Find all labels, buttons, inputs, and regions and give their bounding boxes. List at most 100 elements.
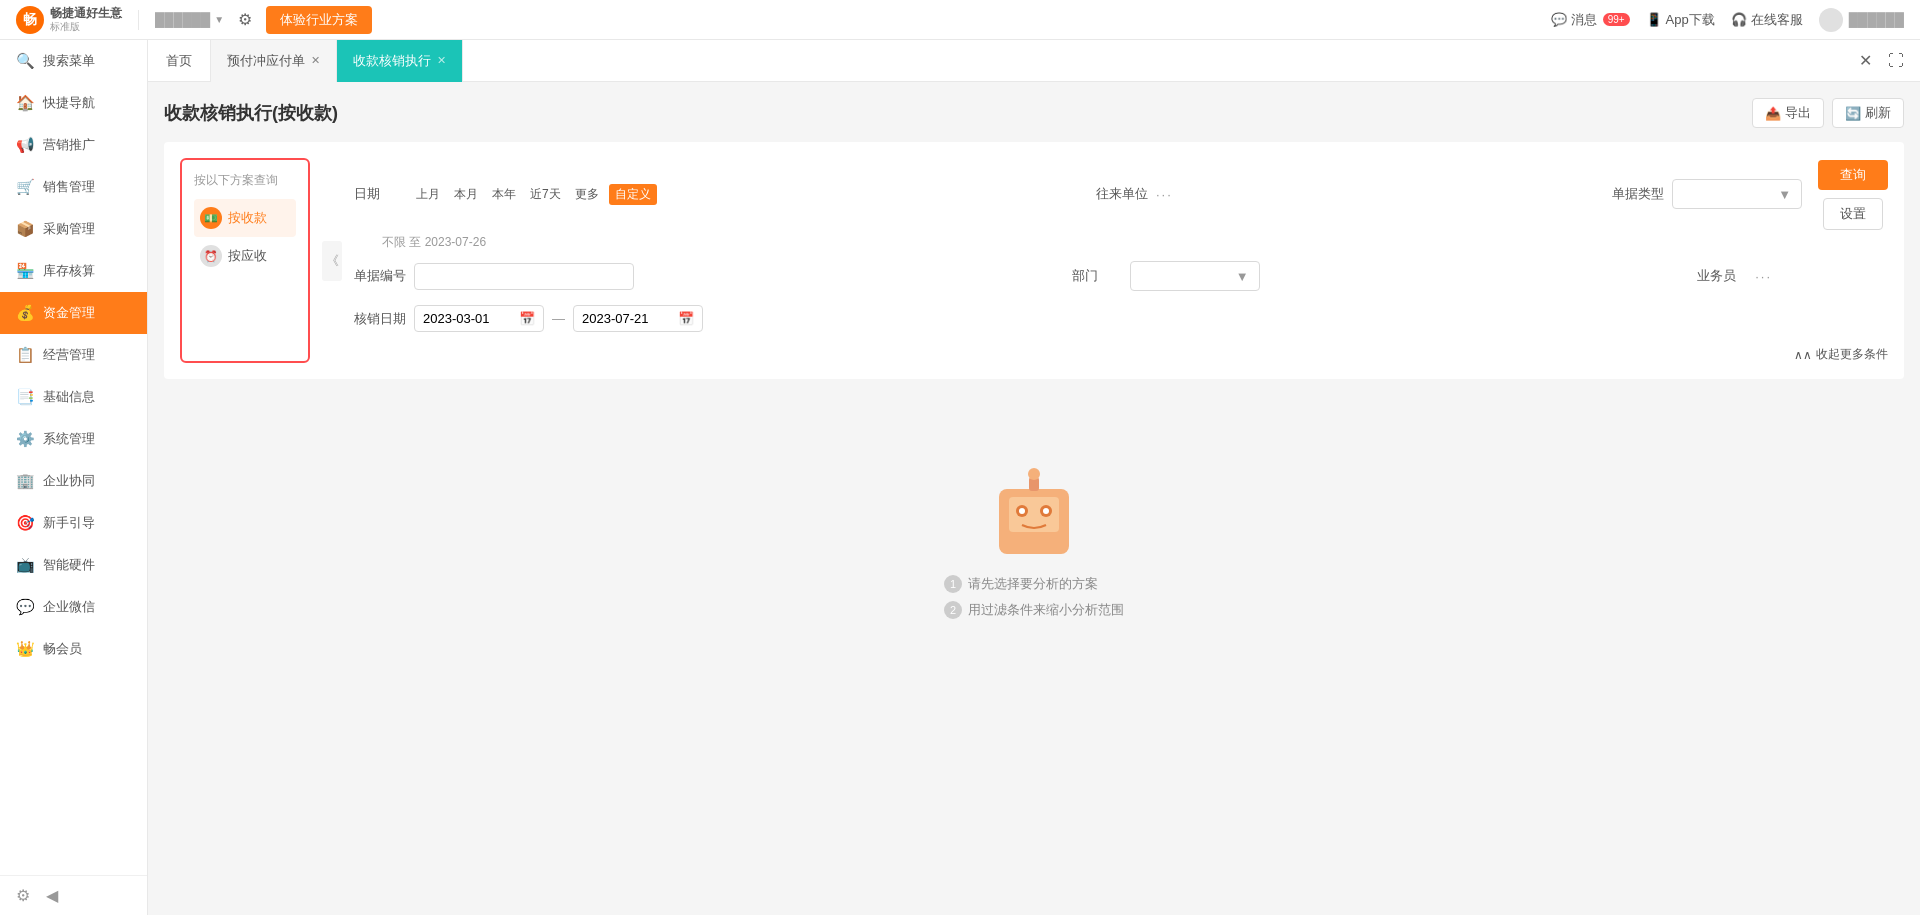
empty-state: 1 请先选择要分析的方案 2 用过滤条件来缩小分析范围	[164, 379, 1904, 699]
finance-icon: 💰	[16, 304, 35, 322]
sales-icon: 🛒	[16, 178, 35, 196]
receivable-icon: ⏰	[200, 245, 222, 267]
top-bar-right: 💬 消息 99+ 📱 App下载 🎧 在线客服 ██████	[1551, 8, 1904, 32]
app-download-action[interactable]: 📱 App下载	[1646, 11, 1715, 29]
sidebar-item-marketing[interactable]: 📢 营销推广	[0, 124, 147, 166]
settings-icon[interactable]: ⚙	[234, 6, 256, 33]
page-header: 收款核销执行(按收款) 📤 导出 🔄 刷新	[164, 98, 1904, 128]
tab-close-receivable[interactable]: ✕	[437, 54, 446, 67]
message-icon: 💬	[1551, 12, 1567, 27]
collapse-more-label: 收起更多条件	[1816, 346, 1888, 363]
sidebar-item-label: 企业协同	[43, 472, 95, 490]
doc-type-select[interactable]: ▼	[1672, 179, 1802, 209]
collapse-filter-btn[interactable]: 《	[322, 241, 342, 281]
tab-close-prepay[interactable]: ✕	[311, 54, 320, 67]
counterparty-dots[interactable]: ···	[1156, 187, 1173, 202]
sidebar-item-label: 基础信息	[43, 388, 95, 406]
sidebar-item-label: 营销推广	[43, 136, 95, 154]
maximize-icon[interactable]: ⛶	[1884, 48, 1908, 74]
logo: 畅 畅捷通好生意 标准版	[16, 6, 122, 34]
sidebar-item-purchase[interactable]: 📦 采购管理	[0, 208, 147, 250]
tab-home[interactable]: 首页	[148, 40, 211, 82]
date-tab-this-month[interactable]: 本月	[450, 184, 482, 205]
staff-dots[interactable]: ···	[1755, 269, 1772, 284]
filter-panel: 按以下方案查询 💵 按收款 ⏰ 按应收 《	[164, 142, 1904, 379]
sidebar-item-guide[interactable]: 🎯 新手引导	[0, 502, 147, 544]
sidebar-item-system[interactable]: ⚙️ 系统管理	[0, 418, 147, 460]
verify-date-end-input[interactable]: 2023-07-21 📅	[573, 305, 703, 332]
sidebar-item-basic-info[interactable]: 📑 基础信息	[0, 376, 147, 418]
doc-type-field: 单据类型 ▼	[1612, 179, 1802, 209]
verify-date-field: 核销日期 2023-03-01 📅 — 2023-07-21 📅	[354, 305, 703, 332]
sidebar-item-hardware[interactable]: 📺 智能硬件	[0, 544, 147, 586]
filter-row-1: 日期 上月 本月 本年 近7天 更多 自定义	[354, 158, 1888, 230]
calendar-end-icon[interactable]: 📅	[678, 311, 694, 326]
date-tab-custom[interactable]: 自定义	[609, 184, 657, 205]
sidebar-item-wechat[interactable]: 💬 企业微信	[0, 586, 147, 628]
sidebar-item-quick-nav[interactable]: 🏠 快捷导航	[0, 82, 147, 124]
sidebar: 🔍 搜索菜单 🏠 快捷导航 📢 营销推广 🛒 销售管理 📦 采购管理 🏪 库存核…	[0, 40, 148, 915]
collapse-more-button[interactable]: ∧∧ 收起更多条件	[1794, 346, 1888, 363]
user-area[interactable]: ██████	[1819, 8, 1904, 32]
filter-sidebar-title: 按以下方案查询	[194, 172, 296, 189]
solution-button[interactable]: 体验行业方案	[266, 6, 372, 34]
settings-bottom-icon[interactable]: ⚙	[16, 886, 30, 905]
sidebar-item-sales[interactable]: 🛒 销售管理	[0, 166, 147, 208]
date-field: 日期 上月 本月 本年 近7天 更多 自定义	[354, 184, 657, 205]
doc-type-label: 单据类型	[1612, 185, 1664, 203]
date-tab-this-year[interactable]: 本年	[488, 184, 520, 205]
inventory-icon: 🏪	[16, 262, 35, 280]
calendar-start-icon[interactable]: 📅	[519, 311, 535, 326]
empty-hint-2: 2 用过滤条件来缩小分析范围	[944, 601, 1124, 619]
dept-value	[1141, 267, 1154, 285]
svg-point-4	[1019, 508, 1025, 514]
online-service-action[interactable]: 🎧 在线客服	[1731, 11, 1803, 29]
chevron-down-icon: ▼	[214, 14, 224, 25]
filter-row-3: 核销日期 2023-03-01 📅 — 2023-07-21 📅	[354, 305, 1888, 332]
sidebar-item-label: 企业微信	[43, 598, 95, 616]
export-button[interactable]: 📤 导出	[1752, 98, 1824, 128]
tab-receivable-label: 收款核销执行	[353, 52, 431, 70]
tab-prepay-label: 预付冲应付单	[227, 52, 305, 70]
collapse-more-row: ∧∧ 收起更多条件	[354, 346, 1888, 363]
sidebar-item-finance[interactable]: 💰 资金管理	[0, 292, 147, 334]
member-icon: 👑	[16, 640, 35, 658]
doc-number-input[interactable]	[414, 263, 634, 290]
page-header-actions: 📤 导出 🔄 刷新	[1752, 98, 1904, 128]
tab-prepay[interactable]: 预付冲应付单 ✕	[211, 40, 337, 82]
sidebar-item-inventory[interactable]: 🏪 库存核算	[0, 250, 147, 292]
verify-date-start-input[interactable]: 2023-03-01 📅	[414, 305, 544, 332]
query-button[interactable]: 查询	[1818, 160, 1888, 190]
sidebar-item-search-menu[interactable]: 🔍 搜索菜单	[0, 40, 147, 82]
receipt-icon: 💵	[200, 207, 222, 229]
sidebar-item-operations[interactable]: 📋 经营管理	[0, 334, 147, 376]
date-tab-more[interactable]: 更多	[571, 184, 603, 205]
page-title: 收款核销执行(按收款)	[164, 101, 338, 125]
hint-text-1: 请先选择要分析的方案	[968, 575, 1098, 593]
headset-icon: 🎧	[1731, 12, 1747, 27]
setting-button[interactable]: 设置	[1823, 198, 1883, 230]
sidebar-item-label: 采购管理	[43, 220, 95, 238]
page-content: 收款核销执行(按收款) 📤 导出 🔄 刷新 按以下方案查询	[148, 82, 1920, 915]
collapse-sidebar-icon[interactable]: ◀	[46, 886, 58, 905]
message-action[interactable]: 💬 消息 99+	[1551, 11, 1630, 29]
system-icon: ⚙️	[16, 430, 35, 448]
filter-option-by-receivable[interactable]: ⏰ 按应收	[194, 237, 296, 275]
dept-select[interactable]: ▼	[1130, 261, 1260, 291]
date-separator: —	[552, 311, 565, 326]
sidebar-item-member[interactable]: 👑 畅会员	[0, 628, 147, 670]
doc-number-field: 单据编号	[354, 263, 634, 290]
date-tab-last-month[interactable]: 上月	[412, 184, 444, 205]
company-selector[interactable]: ██████ ▼	[155, 12, 224, 27]
refresh-button[interactable]: 🔄 刷新	[1832, 98, 1904, 128]
empty-svg	[974, 459, 1094, 559]
date-tab-7days[interactable]: 近7天	[526, 184, 565, 205]
collapse-arrow-icon: 《	[326, 252, 339, 270]
chevron-down-dept: ▼	[1236, 269, 1249, 284]
filter-option-by-receipt[interactable]: 💵 按收款	[194, 199, 296, 237]
tab-receivable[interactable]: 收款核销执行 ✕	[337, 40, 463, 82]
company-name: ██████	[155, 12, 210, 27]
close-tab-icon[interactable]: ✕	[1855, 47, 1876, 74]
verify-date-start-value: 2023-03-01	[423, 311, 490, 326]
sidebar-item-enterprise[interactable]: 🏢 企业协同	[0, 460, 147, 502]
